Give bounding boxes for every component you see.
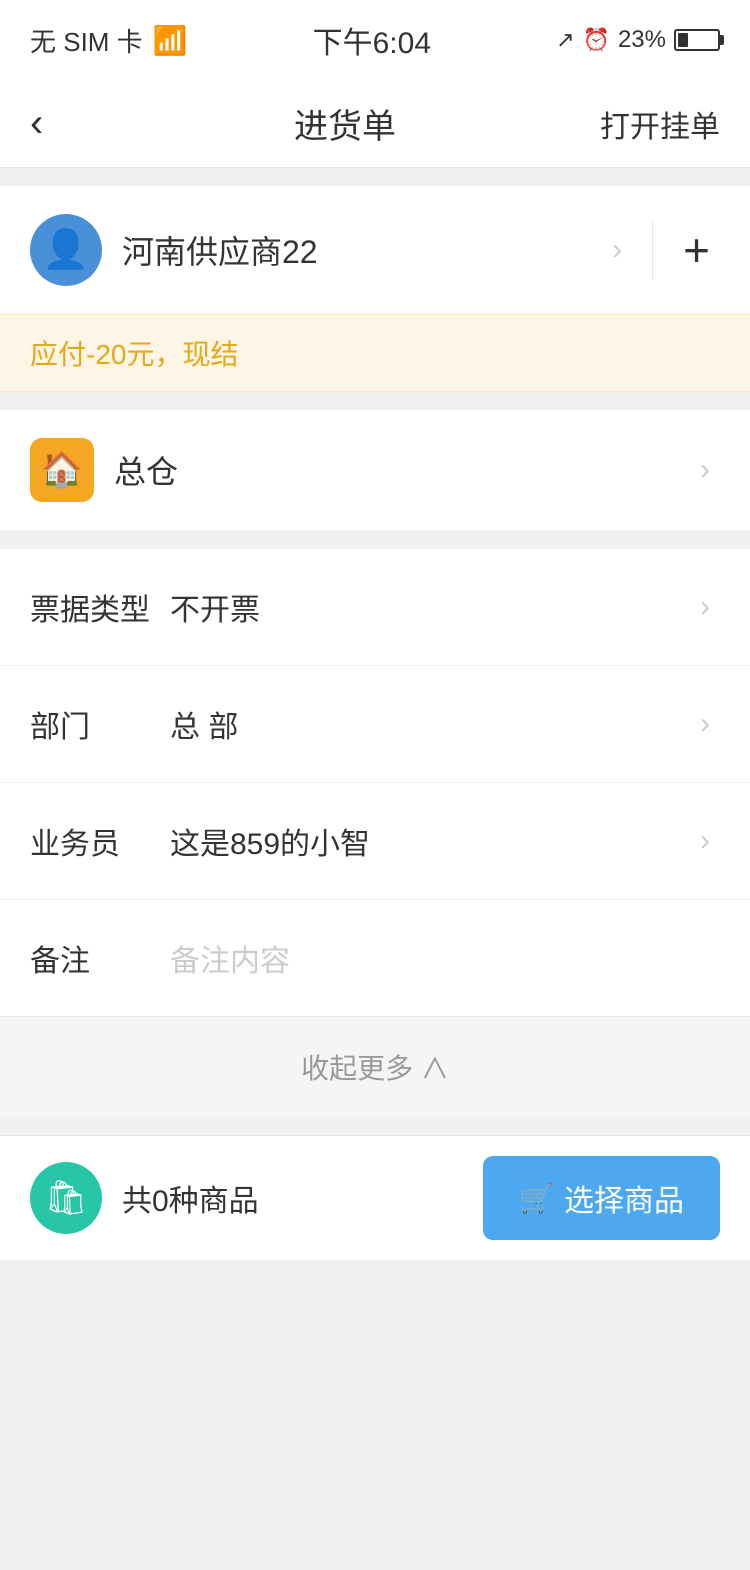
invoice-type-chevron-icon: › <box>700 590 710 624</box>
remark-row[interactable]: 备注 备注内容 <box>0 899 750 1016</box>
department-row[interactable]: 部门 总 部 › <box>0 665 750 782</box>
supplier-section: 👤 河南供应商22 › + 应付-20元，现结 <box>0 186 750 392</box>
select-product-label: 选择商品 <box>564 1176 684 1220</box>
department-chevron-icon: › <box>700 707 710 741</box>
person-icon: 👤 <box>42 228 89 272</box>
separator-4 <box>0 1117 750 1135</box>
location-icon: ↗ <box>556 27 574 53</box>
warehouse-icon: 🏠 <box>30 438 94 502</box>
alarm-icon: ⏰ <box>583 27 610 53</box>
separator-3 <box>0 530 750 548</box>
bottom-bar: 🛍 共0种商品 🛒 选择商品 <box>0 1135 750 1260</box>
page-background <box>0 1260 750 1570</box>
product-icon-wrapper: 🛍 <box>30 1162 102 1234</box>
warehouse-row[interactable]: 🏠 总仓 › <box>0 410 750 530</box>
invoice-type-label: 票据类型 <box>30 585 170 629</box>
page-title: 进货单 <box>294 99 396 148</box>
supplier-avatar: 👤 <box>30 214 102 286</box>
supplier-name: 河南供应商22 <box>122 227 612 273</box>
salesperson-label: 业务员 <box>30 819 170 863</box>
sim-label: 无 SIM 卡 <box>30 22 143 59</box>
collapse-label: 收起更多 ∧ <box>301 1047 449 1087</box>
collapse-button[interactable]: 收起更多 ∧ <box>0 1016 750 1117</box>
supplier-row[interactable]: 👤 河南供应商22 › + <box>0 186 750 314</box>
salesperson-row[interactable]: 业务员 这是859的小智 › <box>0 782 750 899</box>
department-label: 部门 <box>30 702 170 746</box>
cart-icon: 🛒 <box>519 1182 554 1215</box>
battery-icon <box>674 29 720 51</box>
remark-label: 备注 <box>30 936 170 980</box>
back-button[interactable]: ‹ <box>30 101 90 146</box>
shopping-bag-icon: 🛍 <box>44 1178 87 1218</box>
form-section: 票据类型 不开票 › 部门 总 部 › 业务员 这是859的小智 › 备注 备注… <box>0 548 750 1117</box>
divider <box>652 220 653 280</box>
invoice-type-row[interactable]: 票据类型 不开票 › <box>0 548 750 665</box>
notice-bar: 应付-20元，现结 <box>0 314 750 392</box>
separator-2 <box>0 392 750 410</box>
status-left: 无 SIM 卡 📶 <box>30 22 188 59</box>
select-product-button[interactable]: 🛒 选择商品 <box>483 1156 720 1240</box>
salesperson-chevron-icon: › <box>700 824 710 858</box>
product-count-label: 共0种商品 <box>122 1176 483 1220</box>
status-right: ↗ ⏰ 23% <box>556 26 720 54</box>
warehouse-chevron-icon: › <box>700 453 710 487</box>
battery-percent: 23% <box>618 26 666 54</box>
wifi-icon: 📶 <box>153 24 188 57</box>
separator-1 <box>0 168 750 186</box>
warehouse-section: 🏠 总仓 › <box>0 410 750 530</box>
nav-bar: ‹ 进货单 打开挂单 <box>0 80 750 168</box>
add-supplier-button[interactable]: + <box>673 223 720 277</box>
warehouse-name: 总仓 <box>114 447 700 493</box>
status-time: 下午6:04 <box>313 18 431 62</box>
salesperson-value: 这是859的小智 <box>170 819 700 863</box>
remark-input[interactable]: 备注内容 <box>170 936 720 980</box>
house-icon: 🏠 <box>41 450 83 490</box>
invoice-type-value: 不开票 <box>170 585 700 629</box>
open-pending-button[interactable]: 打开挂单 <box>600 102 720 146</box>
notice-text: 应付-20元，现结 <box>30 339 238 370</box>
department-value: 总 部 <box>170 702 700 746</box>
supplier-chevron-icon: › <box>612 233 622 267</box>
status-bar: 无 SIM 卡 📶 下午6:04 ↗ ⏰ 23% <box>0 0 750 80</box>
